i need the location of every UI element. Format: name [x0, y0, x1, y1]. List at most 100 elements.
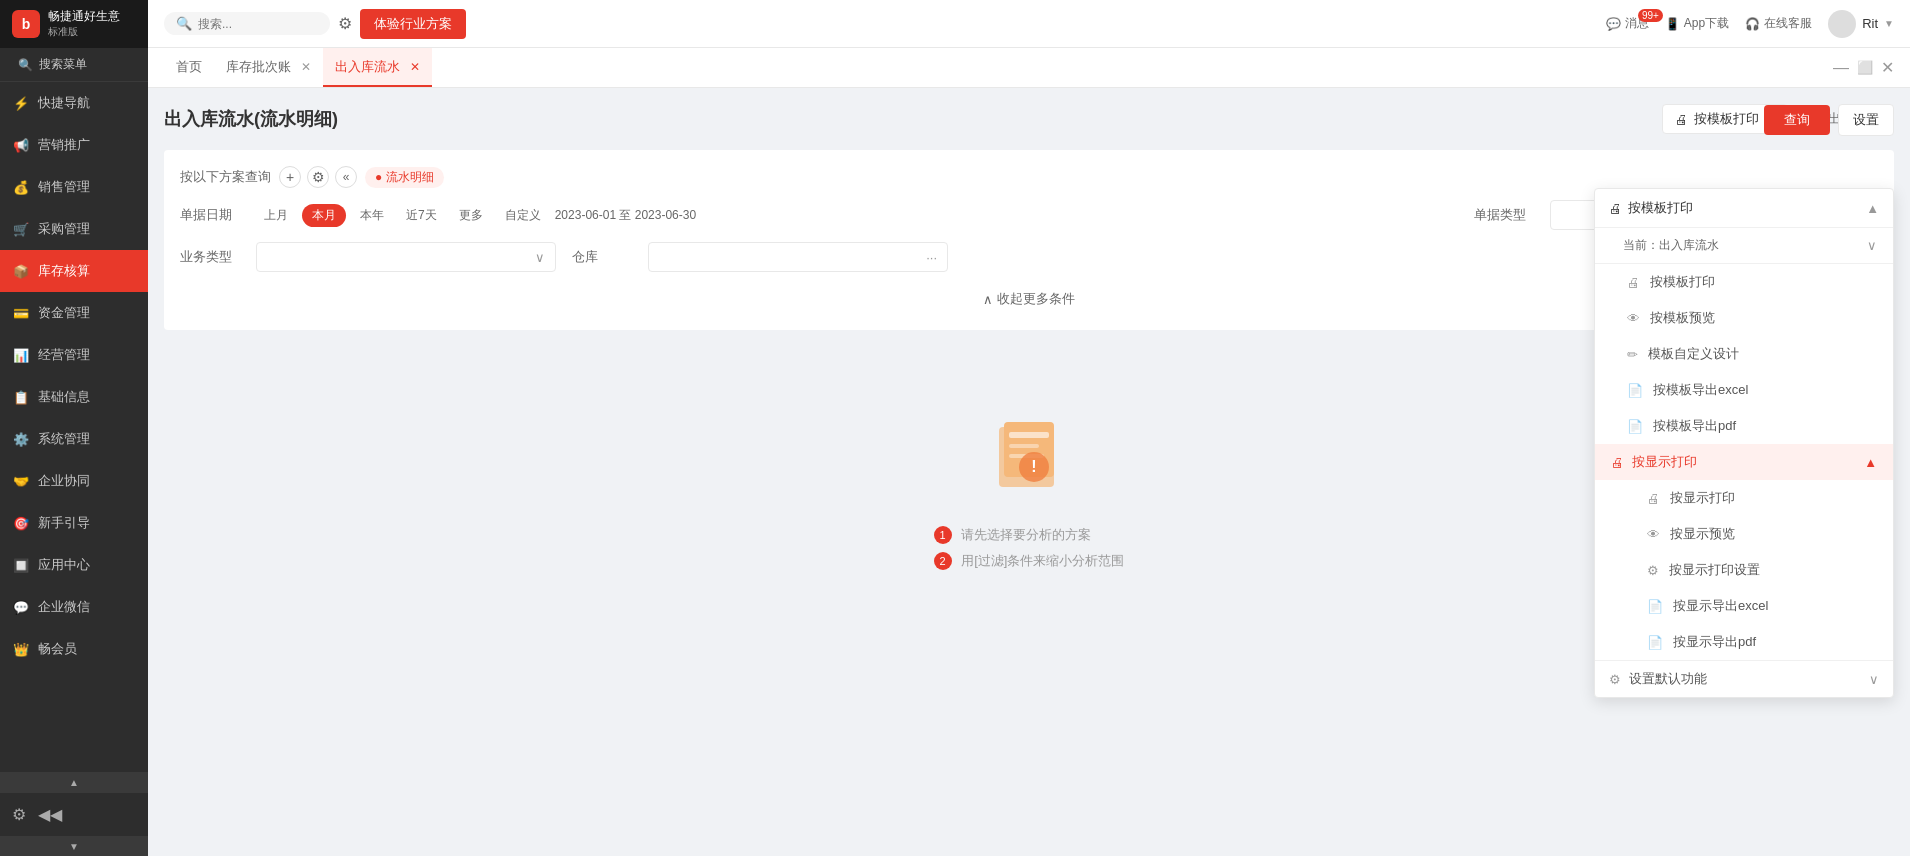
tip-num-2: 2 [934, 552, 952, 570]
tab-home[interactable]: 首页 [164, 48, 214, 87]
date-btn-current-month[interactable]: 本月 [302, 204, 346, 227]
dropdown-collapse-icon[interactable]: ▲ [1866, 201, 1879, 216]
sidebar-item-enterprise[interactable]: 🤝 企业协同 [0, 460, 148, 502]
dropdown-item-template-export-excel[interactable]: 📄 按模板导出excel [1595, 372, 1893, 408]
nav-label-finance: 资金管理 [38, 304, 90, 322]
dropdown-item-template-export-pdf[interactable]: 📄 按模板导出pdf [1595, 408, 1893, 444]
nav-icon-inventory: 📦 [12, 262, 30, 280]
app-version: 标准版 [48, 25, 120, 39]
top-bar-left: 🔍 ⚙ 体验行业方案 [164, 9, 1598, 39]
sidebar-item-basic[interactable]: 📋 基础信息 [0, 376, 148, 418]
tab-batch[interactable]: 库存批次账 ✕ [214, 48, 323, 87]
trial-btn[interactable]: 体验行业方案 [360, 9, 466, 39]
sidebar-item-purchase[interactable]: 🛒 采购管理 [0, 208, 148, 250]
collapse-more-btn[interactable]: ∧ 收起更多条件 [977, 284, 1081, 314]
sidebar-item-finance[interactable]: 💳 资金管理 [0, 292, 148, 334]
dropdown-item-display-settings[interactable]: ⚙ 按显示打印设置 [1615, 552, 1893, 588]
current-template-label: 当前：出入库流水 [1623, 237, 1719, 254]
tab-flow-close[interactable]: ✕ [410, 60, 420, 74]
sidebar-item-quick-nav[interactable]: ⚡ 快捷导航 [0, 82, 148, 124]
settings-icon[interactable]: ⚙ [12, 805, 26, 824]
dropdown-item-template-print[interactable]: 🖨 按模板打印 [1595, 264, 1893, 300]
dropdown-current-template[interactable]: 当前：出入库流水 ∨ [1595, 228, 1893, 264]
dropdown-display-items: 🖨 按显示打印 👁 按显示预览 ⚙ 按显示打印设置 📄 按显示导出excel [1595, 480, 1893, 660]
nav-label-system: 系统管理 [38, 430, 90, 448]
sidebar-item-guide[interactable]: 🎯 新手引导 [0, 502, 148, 544]
settings-default-icon: ⚙ [1609, 672, 1621, 687]
app-name: 畅捷通好生意 [48, 9, 120, 25]
sidebar-item-system[interactable]: ⚙️ 系统管理 [0, 418, 148, 460]
nav-icon-finance: 💳 [12, 304, 30, 322]
dropdown-item-template-preview[interactable]: 👁 按模板预览 [1595, 300, 1893, 336]
window-maximize[interactable]: ⬜ [1857, 60, 1873, 75]
user-name: Rit [1862, 16, 1878, 31]
online-service-btn[interactable]: 🎧 在线客服 [1745, 15, 1812, 32]
biz-type-label: 业务类型 [180, 248, 240, 266]
doc-type-label: 单据类型 [1474, 206, 1534, 224]
search-input-wrap[interactable]: 🔍 [164, 12, 330, 35]
settings-btn[interactable]: 设置 [1838, 104, 1894, 136]
dropdown-title: 🖨 按模板打印 [1609, 199, 1693, 217]
tab-batch-close[interactable]: ✕ [301, 60, 311, 74]
query-btn[interactable]: 查询 [1764, 105, 1830, 135]
sidebar-item-operation[interactable]: 📊 经营管理 [0, 334, 148, 376]
sidebar-scroll-up[interactable]: ▲ [0, 772, 148, 792]
warehouse-label: 仓库 [572, 248, 632, 266]
dropdown-panel: 🖨 按模板打印 ▲ 当前：出入库流水 ∨ 🖨 [1594, 188, 1894, 698]
nav-icon-sales: 💰 [12, 178, 30, 196]
nav-icon-vip: 👑 [12, 640, 30, 658]
collapse-icon[interactable]: ◀◀ [38, 805, 62, 824]
design-icon: ✏ [1627, 347, 1638, 362]
chevron-down-icon: ▼ [1884, 18, 1894, 29]
user-avatar [1828, 10, 1856, 38]
tab-flow-label: 出入库流水 [335, 58, 400, 76]
sidebar-item-vip[interactable]: 👑 畅会员 [0, 628, 148, 670]
collapse-btn-label: 收起更多条件 [997, 290, 1075, 308]
nav-label-inventory: 库存核算 [38, 262, 90, 280]
sidebar-item-marketing[interactable]: 📢 营销推广 [0, 124, 148, 166]
nav-icon-guide: 🎯 [12, 514, 30, 532]
search-input[interactable] [198, 17, 318, 31]
sidebar-bottom: ⚙ ◀◀ [0, 792, 148, 836]
dropdown-item-display-export-excel[interactable]: 📄 按显示导出excel [1615, 588, 1893, 624]
message-btn[interactable]: 💬 消息 99+ [1606, 15, 1649, 32]
tab-flow[interactable]: 出入库流水 ✕ [323, 48, 432, 87]
footer-arrow: ∨ [1869, 672, 1879, 687]
sidebar-item-sales[interactable]: 💰 销售管理 [0, 166, 148, 208]
svg-rect-2 [1009, 432, 1049, 438]
filter-settings-btn[interactable]: ⚙ [307, 166, 329, 188]
sidebar-search[interactable]: 🔍 搜索菜单 [0, 48, 148, 82]
filter-add-btn[interactable]: + [279, 166, 301, 188]
dropdown-item-display-print[interactable]: 🖨 按显示打印 [1615, 480, 1893, 516]
message-badge: 99+ [1638, 9, 1663, 22]
date-btn-last7[interactable]: 近7天 [398, 204, 445, 227]
window-close[interactable]: ✕ [1881, 58, 1894, 77]
date-btn-custom[interactable]: 自定义 [497, 204, 549, 227]
sidebar-scroll-down[interactable]: ▼ [0, 836, 148, 856]
date-btn-current-year[interactable]: 本年 [352, 204, 392, 227]
dropdown-item-display-export-pdf[interactable]: 📄 按显示导出pdf [1615, 624, 1893, 660]
date-btn-last-month[interactable]: 上月 [256, 204, 296, 227]
preview-icon: 👁 [1627, 311, 1640, 326]
filter-tag-icon: ● [375, 170, 382, 184]
app-download-btn[interactable]: 📱 App下载 [1665, 15, 1729, 32]
gear-icon[interactable]: ⚙ [338, 14, 352, 33]
warehouse-input[interactable]: ··· [648, 242, 948, 272]
dropdown-footer[interactable]: ⚙ 设置默认功能 ∨ [1595, 660, 1893, 697]
filter-collapse-btn[interactable]: « [335, 166, 357, 188]
dropdown-item-template-custom[interactable]: ✏ 模板自定义设计 [1595, 336, 1893, 372]
biz-type-select[interactable]: ∨ [256, 242, 556, 272]
nav-label-guide: 新手引导 [38, 514, 90, 532]
user-menu[interactable]: Rit ▼ [1828, 10, 1894, 38]
main-area: 🔍 ⚙ 体验行业方案 💬 消息 99+ 📱 App下载 🎧 在 [148, 0, 1910, 856]
date-btn-more[interactable]: 更多 [451, 204, 491, 227]
display-preview-icon: 👁 [1647, 527, 1660, 542]
display-print-sub-icon: 🖨 [1647, 491, 1660, 506]
window-minimize[interactable]: — [1833, 59, 1849, 77]
sidebar-item-wechat[interactable]: 💬 企业微信 [0, 586, 148, 628]
dropdown-display-section-header[interactable]: 🖨 按显示打印 ▲ [1595, 444, 1893, 480]
dropdown-item-display-preview[interactable]: 👁 按显示预览 [1615, 516, 1893, 552]
sidebar-item-appstore[interactable]: 🔲 应用中心 [0, 544, 148, 586]
nav-label-sales: 销售管理 [38, 178, 90, 196]
sidebar-item-inventory[interactable]: 📦 库存核算 [0, 250, 148, 292]
